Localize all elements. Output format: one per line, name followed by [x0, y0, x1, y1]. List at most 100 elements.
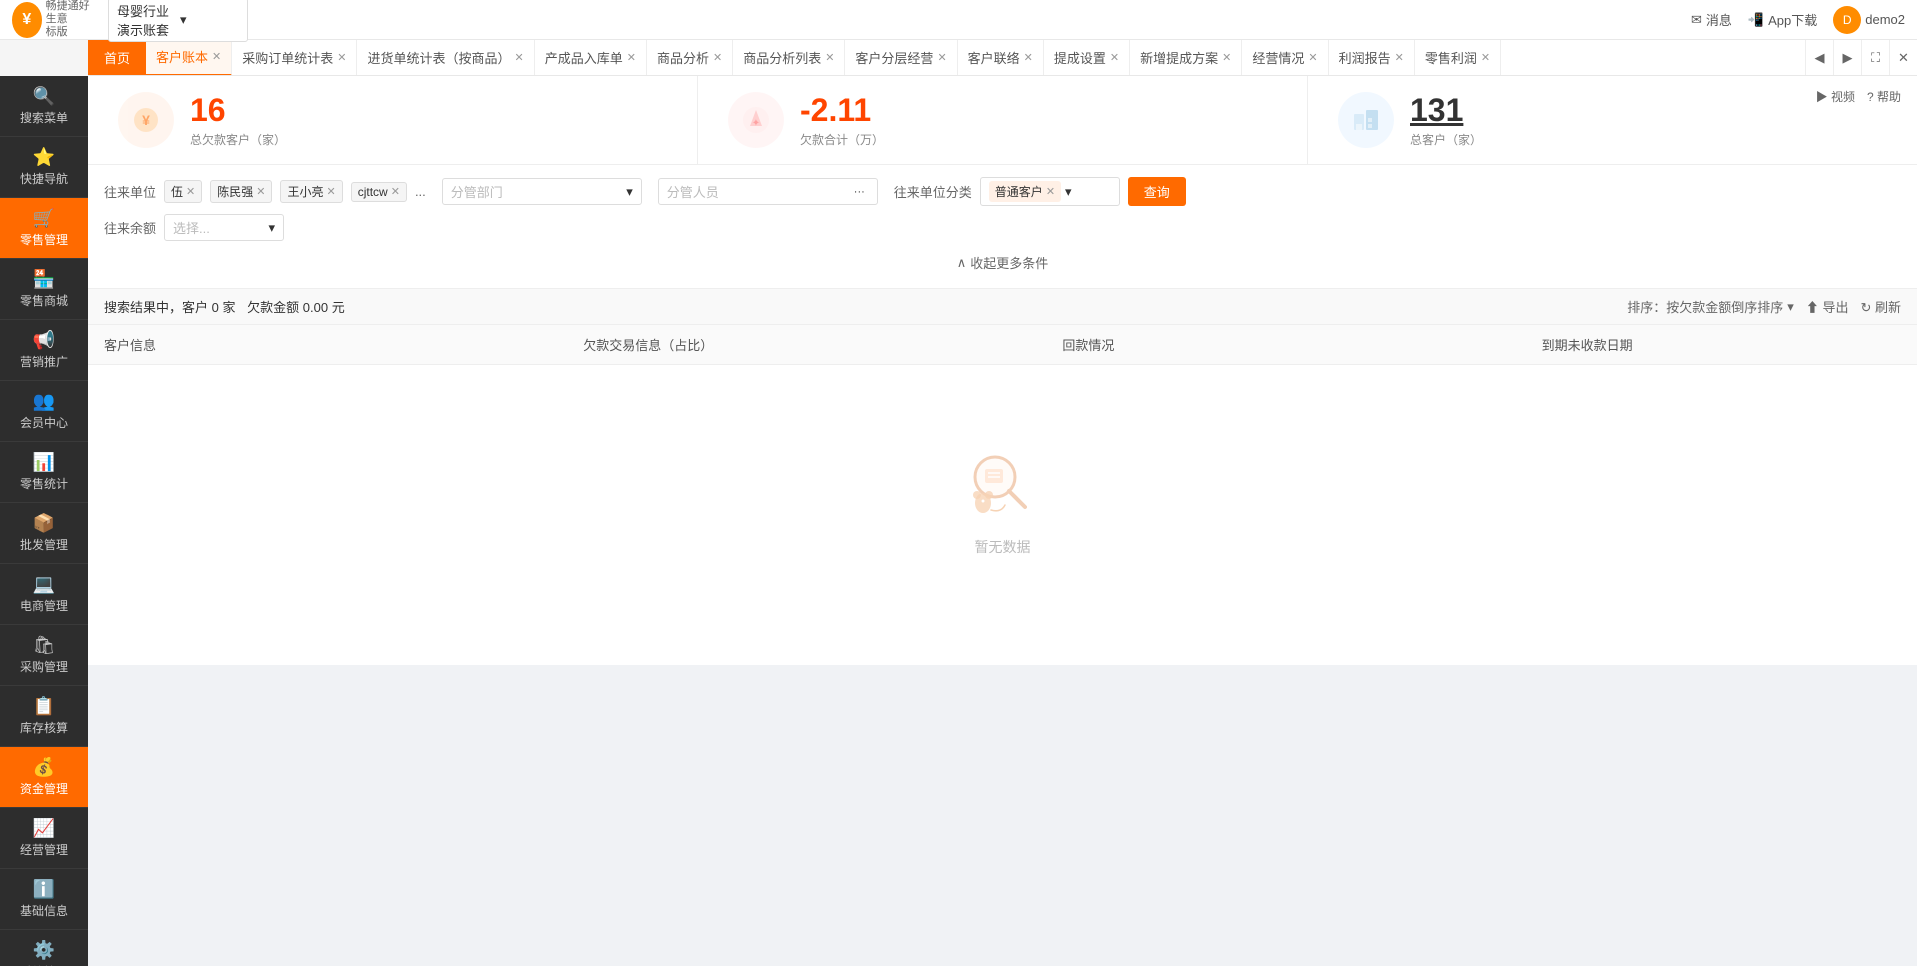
stat-overdue-icon: ¥ [118, 92, 174, 148]
sidebar-item-retail-store[interactable]: 🏪 零售商城 [0, 259, 88, 320]
nav-close-all-button[interactable]: ✕ [1889, 40, 1917, 76]
remove-tag-wang[interactable]: ✕ [327, 185, 336, 198]
export-button[interactable]: ⬆ 导出 [1806, 297, 1849, 316]
sidebar-item-quicknav[interactable]: ⭐ 快捷导航 [0, 137, 88, 198]
sidebar-item-system[interactable]: ⚙️ 系统管理 [0, 930, 88, 966]
sidebar-item-retail-mgmt[interactable]: 🛒 零售管理 [0, 198, 88, 259]
tab-operations[interactable]: 经营情况 ✕ [1242, 40, 1328, 76]
main-content: ¥ 16 总欠款客户（家） ✦ -2.11 欠款合计（万） [88, 76, 1917, 966]
logo-text: 畅捷通好生意 标版 [46, 0, 100, 39]
tab-add-commission[interactable]: 新增提成方案 ✕ [1130, 40, 1242, 76]
close-tab-icon[interactable]: ✕ [515, 51, 524, 64]
org-selector[interactable]: 母婴行业演示账套 ▾ [108, 0, 248, 42]
tab-customer-contact[interactable]: 客户联络 ✕ [958, 40, 1044, 76]
tab-commission-settings[interactable]: 提成设置 ✕ [1044, 40, 1130, 76]
video-icon: ▶ [1816, 90, 1831, 104]
inventory-icon: 📋 [33, 696, 55, 717]
close-tab-icon[interactable]: ✕ [825, 51, 834, 64]
tab-product-inbound[interactable]: 产成品入库单 ✕ [535, 40, 647, 76]
search-icon: 🔍 [33, 86, 55, 107]
refresh-button[interactable]: ↻ 刷新 [1860, 297, 1901, 316]
tab-retail-profit[interactable]: 零售利润 ✕ [1415, 40, 1501, 76]
sort-chevron-icon: ▾ [1787, 299, 1794, 315]
sidebar-item-search[interactable]: 🔍 搜索菜单 [0, 76, 88, 137]
app-download-button[interactable]: 📲 App下载 [1748, 10, 1817, 29]
unit-class-chevron-icon: ▾ [1065, 184, 1072, 200]
sidebar-item-inventory[interactable]: 📋 库存核算 [0, 686, 88, 747]
user-profile[interactable]: D demo2 [1833, 6, 1905, 34]
remove-tag-cjttcw[interactable]: ✕ [391, 185, 400, 198]
sidebar-item-operations[interactable]: 📈 经营管理 [0, 808, 88, 869]
close-tab-icon[interactable]: ✕ [713, 51, 722, 64]
avatar: D [1833, 6, 1861, 34]
svg-text:¥: ¥ [142, 112, 150, 128]
close-tab-icon[interactable]: ✕ [1110, 51, 1119, 64]
close-tab-icon[interactable]: ✕ [937, 51, 946, 64]
message-icon: ✉ [1691, 12, 1702, 28]
nav-fullscreen-button[interactable]: ⛶ [1861, 40, 1889, 76]
sidebar-item-marketing[interactable]: 📢 营销推广 [0, 320, 88, 381]
stats-header: ¥ 16 总欠款客户（家） ✦ -2.11 欠款合计（万） [88, 76, 1917, 165]
tab-product-analysis-list[interactable]: 商品分析列表 ✕ [733, 40, 845, 76]
balance-selector[interactable]: 选择... ▾ [164, 214, 284, 241]
svg-text:✦: ✦ [752, 118, 760, 129]
stat-help-area: ▶ 视频 ? 帮助 [1816, 88, 1901, 105]
remove-tag-wu[interactable]: ✕ [186, 185, 195, 198]
wholesale-icon: 📦 [33, 513, 55, 534]
purchase-icon: 🛍 [33, 635, 56, 656]
filter-tag-wu: 伍 ✕ [164, 180, 202, 203]
close-tab-icon[interactable]: ✕ [212, 50, 221, 63]
sidebar-item-ecommerce[interactable]: 💻 电商管理 [0, 564, 88, 625]
tab-purchase-order[interactable]: 采购订单统计表 ✕ [232, 40, 357, 76]
close-tab-icon[interactable]: ✕ [1481, 51, 1490, 64]
sidebar-item-wholesale[interactable]: 📦 批发管理 [0, 503, 88, 564]
sort-label: 排序：按欠款金额倒序排序 [1627, 297, 1783, 316]
stats-icon: 📊 [33, 452, 55, 473]
remove-unit-class[interactable]: ✕ [1046, 185, 1055, 198]
member-icon: 👥 [33, 391, 55, 412]
unit-class-selector[interactable]: 普通客户 ✕ ▾ [980, 177, 1120, 206]
col-due-date: 到期未收款日期 [1542, 335, 1901, 354]
sidebar-item-purchase[interactable]: 🛍 采购管理 [0, 625, 88, 686]
dept-selector[interactable]: 分管部门 ▾ [442, 178, 642, 205]
close-tab-icon[interactable]: ✕ [1308, 51, 1317, 64]
top-bar: ¥ 畅捷通好生意 标版 母婴行业演示账套 ▾ ✉ 消息 📲 App下载 D de… [0, 0, 1917, 40]
tab-product-analysis[interactable]: 商品分析 ✕ [647, 40, 733, 76]
close-tab-icon[interactable]: ✕ [627, 51, 636, 64]
tab-customer-ledger[interactable]: 客户账本 ✕ [146, 40, 232, 76]
sidebar-item-basic-info[interactable]: ℹ️ 基础信息 [0, 869, 88, 930]
person-selector[interactable]: 分管人员 ··· [658, 178, 878, 205]
close-tab-icon[interactable]: ✕ [1395, 51, 1404, 64]
filter-tag-cjttcw: cjttcw ✕ [351, 182, 407, 202]
nav-prev-button[interactable]: ◀ [1805, 40, 1833, 76]
close-tab-icon[interactable]: ✕ [1222, 51, 1231, 64]
close-tab-icon[interactable]: ✕ [1024, 51, 1033, 64]
filter-collapse-row: ∧ 收起更多条件 [104, 249, 1901, 276]
text-help-button[interactable]: ? 帮助 [1867, 88, 1901, 105]
sidebar-item-retail-stats[interactable]: 📊 零售统计 [0, 442, 88, 503]
remove-tag-chen[interactable]: ✕ [256, 185, 265, 198]
more-tags-button[interactable]: ... [415, 184, 426, 199]
finance-icon: 💰 [33, 757, 55, 778]
message-button[interactable]: ✉ 消息 [1691, 10, 1732, 29]
tab-home[interactable]: 首页 [88, 40, 146, 76]
help-icon: ? [1867, 90, 1877, 104]
sidebar-item-finance[interactable]: 💰 资金管理 [0, 747, 88, 808]
unit-class-tag: 普通客户 ✕ [989, 181, 1061, 202]
nav-next-button[interactable]: ▶ [1833, 40, 1861, 76]
query-button[interactable]: 查询 [1128, 177, 1186, 206]
stat-amount-icon: ✦ [728, 92, 784, 148]
sort-selector[interactable]: 排序：按欠款金额倒序排序 ▾ [1627, 297, 1794, 316]
stat-overdue-amount: ✦ -2.11 欠款合计（万） [698, 76, 1308, 164]
operations-icon: 📈 [33, 818, 55, 839]
collapse-button[interactable]: ∧ 收起更多条件 [957, 253, 1049, 272]
filter-tag-chen: 陈民强 ✕ [210, 180, 272, 203]
video-help-button[interactable]: ▶ 视频 [1816, 88, 1855, 105]
empty-text: 暂无数据 [975, 537, 1031, 557]
close-tab-icon[interactable]: ✕ [337, 51, 346, 64]
tab-stock-stats[interactable]: 进货单统计表（按商品） ✕ [357, 40, 534, 76]
tab-profit-report[interactable]: 利润报告 ✕ [1329, 40, 1415, 76]
tab-customer-tier[interactable]: 客户分层经营 ✕ [845, 40, 957, 76]
stat-overdue-customers: ¥ 16 总欠款客户（家） [88, 76, 698, 164]
sidebar-item-member[interactable]: 👥 会员中心 [0, 381, 88, 442]
